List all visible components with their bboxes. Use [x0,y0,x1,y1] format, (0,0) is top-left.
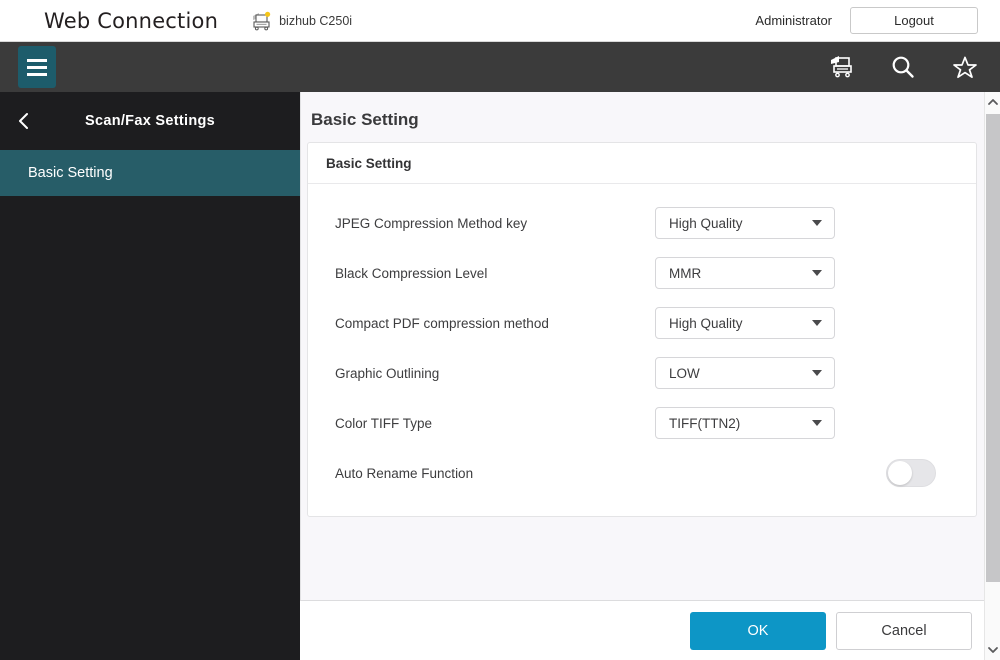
vertical-scrollbar[interactable] [984,92,1000,660]
form-row: Color TIFF Type TIFF(TTN2) [308,398,976,448]
hamburger-bar [27,65,47,69]
field-label: Graphic Outlining [335,365,440,381]
sidebar-item-label: Basic Setting [28,165,113,181]
logout-button[interactable]: Logout [850,7,978,34]
brand-bar: Web Connection bizhub C250i Administrato… [0,0,1000,42]
sidebar-item-basic-setting[interactable]: Basic Setting [0,150,300,196]
device-identity: bizhub C250i [250,11,352,31]
sidebar: Scan/Fax Settings Basic Setting [0,92,300,660]
admin-label: Administrator [755,13,832,28]
sidebar-header: Scan/Fax Settings [0,92,300,150]
chevron-down-icon [812,420,822,426]
web-connection-app: Web Connection bizhub C250i Administrato… [0,0,1000,660]
chevron-up-icon[interactable] [985,92,1000,112]
action-footer: OK Cancel [300,600,984,660]
chevron-down-icon [812,320,822,326]
form-row: Auto Rename Function [308,448,976,498]
form-row: Graphic Outlining LOW [308,348,976,398]
field-label: Color TIFF Type [335,415,433,431]
form-row: Black Compression Level MMR [308,248,976,298]
chevron-down-icon[interactable] [985,640,1000,660]
card-title: Basic Setting [308,143,976,184]
sidebar-title: Scan/Fax Settings [85,113,215,129]
chevron-down-icon [812,270,822,276]
main-content: Basic Setting Basic Setting JPEG Compres… [300,92,984,660]
select-value: TIFF(TTN2) [669,415,741,431]
select-value: High Quality [669,215,743,231]
form-row: JPEG Compression Method key High Quality [308,198,976,248]
toggle-knob [888,461,912,485]
card-body: JPEG Compression Method key High Quality… [308,184,976,516]
settings-card: Basic Setting JPEG Compression Method ke… [307,142,977,517]
compact-pdf-compression-select[interactable]: High Quality [655,307,835,339]
toolbar-icon-group [828,54,978,80]
chevron-left-icon[interactable] [13,110,35,132]
form-row: Compact PDF compression method High Qual… [308,298,976,348]
select-value: MMR [669,265,702,281]
graphic-outlining-select[interactable]: LOW [655,357,835,389]
jpeg-compression-method-select[interactable]: High Quality [655,207,835,239]
chevron-down-icon [812,370,822,376]
auto-rename-function-toggle[interactable] [886,459,936,487]
select-value: High Quality [669,315,743,331]
brand-title: Web Connection [44,8,219,33]
search-icon[interactable] [890,54,916,80]
chevron-down-icon [812,220,822,226]
star-icon[interactable] [952,54,978,80]
hamburger-bar [27,72,47,76]
select-value: LOW [669,365,700,381]
ok-button[interactable]: OK [690,611,826,650]
device-name: bizhub C250i [279,13,353,28]
main-toolbar [0,42,1000,92]
scrollbar-thumb[interactable] [986,114,1000,582]
printer-icon [250,11,272,31]
printer-icon[interactable] [828,54,854,80]
color-tiff-type-select[interactable]: TIFF(TTN2) [655,407,835,439]
cancel-button[interactable]: Cancel [836,611,972,650]
field-label: Compact PDF compression method [335,315,549,331]
hamburger-bar [27,58,47,62]
brand-bar-right: Administrator Logout [755,7,978,34]
field-label: Auto Rename Function [335,465,474,481]
field-label: Black Compression Level [335,265,488,281]
black-compression-level-select[interactable]: MMR [655,257,835,289]
hamburger-menu-icon[interactable] [18,46,56,88]
field-label: JPEG Compression Method key [335,215,528,231]
page-title: Basic Setting [311,110,419,129]
